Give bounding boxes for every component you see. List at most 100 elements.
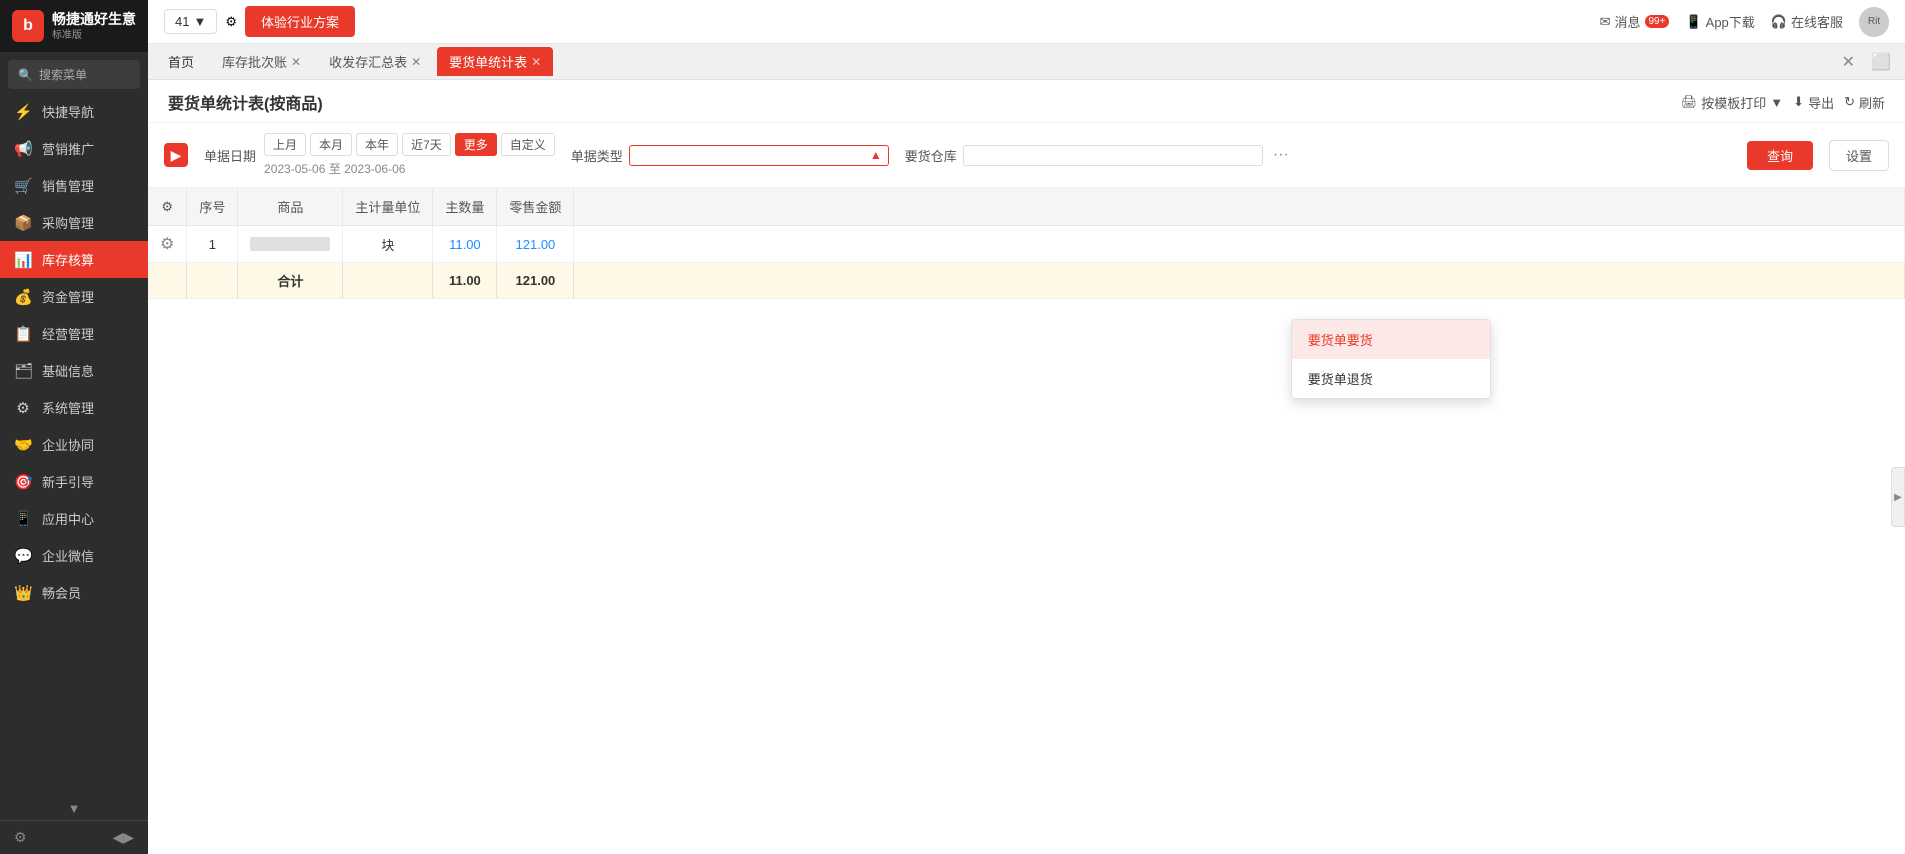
sidebar-item-label-enterprise-wechat: 企业微信	[42, 546, 94, 565]
trial-btn[interactable]: 体验行业方案	[245, 6, 355, 37]
sidebar-item-label-operations: 经营管理	[42, 324, 94, 343]
sidebar-item-label-system: 系统管理	[42, 398, 94, 417]
print-btn[interactable]: 🖨 按模板打印 ▼	[1681, 93, 1783, 112]
type-input[interactable]	[636, 148, 870, 163]
this-year-btn[interactable]: 本年	[356, 133, 398, 156]
collapse-icon[interactable]: ◀▶	[112, 829, 134, 846]
right-collapse-btn[interactable]: ▶	[1891, 467, 1905, 527]
user-avatar[interactable]: Rit	[1859, 7, 1889, 37]
date-filter-group: 单据日期 上月 本月 本年 近7天 更多 自定义 2023-05-06 至 20…	[204, 133, 555, 177]
cell-extra-0	[574, 226, 1905, 263]
sidebar-item-system[interactable]: ⚙ 系统管理	[0, 389, 148, 426]
sidebar-item-operations[interactable]: 📋 经营管理	[0, 315, 148, 352]
query-btn[interactable]: 查询	[1747, 141, 1813, 170]
export-icon: ⬇	[1793, 94, 1804, 110]
sidebar-item-finance[interactable]: 💰资金管理	[0, 278, 148, 315]
service-icon: 🎧	[1771, 14, 1787, 30]
search-icon: 🔍	[18, 68, 33, 82]
refresh-label: 刷新	[1859, 93, 1885, 112]
messages-label: 消息	[1614, 12, 1640, 31]
sidebar-item-app-center[interactable]: 📱应用中心	[0, 500, 148, 537]
system-icon: ⚙	[14, 399, 32, 417]
data-table: ⚙ 序号 商品 主计量单位 主数量 零售金额 ⚙ 1 块 11.00 1	[148, 188, 1905, 299]
online-service-btn[interactable]: 🎧 在线客服	[1771, 12, 1843, 31]
warehouse-input[interactable]	[970, 148, 1256, 163]
sidebar-item-purchase[interactable]: 📦采购管理	[0, 204, 148, 241]
footer-settings-cell	[148, 263, 187, 299]
page-header: 要货单统计表(按商品) 🖨 按模板打印 ▼ ⬇ 导出 ↻ 刷新	[148, 80, 1905, 123]
table-footer-row: 合计 11.00 121.00	[148, 263, 1905, 299]
footer-label-cell: 合计	[238, 263, 343, 299]
custom-date-btn[interactable]: 自定义	[501, 133, 555, 156]
sales-icon: 🛒	[14, 177, 32, 195]
type-label: 单据类型	[571, 146, 623, 165]
sidebar-item-member[interactable]: 👑畅会员	[0, 574, 148, 611]
warehouse-label: 要货仓库	[905, 146, 957, 165]
sidebar-item-label-basic-info: 基础信息	[42, 361, 94, 380]
date-range-display: 2023-05-06 至 2023-06-06	[264, 160, 555, 177]
basic-info-icon: 🗂	[14, 362, 32, 380]
sidebar-item-label-sales: 销售管理	[42, 176, 94, 195]
settings-icon[interactable]: ⚙	[14, 829, 27, 846]
sidebar-scroll-down[interactable]: ▼	[0, 797, 148, 820]
sidebar-item-sales[interactable]: 🛒 销售管理	[0, 167, 148, 204]
this-month-btn[interactable]: 本月	[310, 133, 352, 156]
close-tab-icon[interactable]: ✕	[1836, 50, 1861, 74]
store-selector[interactable]: 41 ▼	[164, 9, 217, 34]
page-content: 要货单统计表(按商品) 🖨 按模板打印 ▼ ⬇ 导出 ↻ 刷新 ▶	[148, 80, 1905, 854]
sidebar-item-label-finance: 资金管理	[42, 287, 94, 306]
refresh-btn[interactable]: ↻ 刷新	[1844, 93, 1885, 112]
type-dropdown: 要货单要货 要货单退货	[1291, 319, 1491, 399]
more-filters-btn[interactable]: ···	[1273, 146, 1289, 164]
more-dates-btn[interactable]: 更多	[455, 133, 497, 156]
sidebar-footer: ⚙ ◀▶	[0, 820, 148, 854]
col-seq: 序号	[187, 188, 238, 226]
search-menu-btn[interactable]: 🔍 搜索菜单	[8, 60, 140, 89]
sidebar-item-basic-info[interactable]: 🗂 基础信息	[0, 352, 148, 389]
tab-order-stats[interactable]: 要货单统计表✕	[437, 47, 553, 76]
last-7-days-btn[interactable]: 近7天	[402, 133, 451, 156]
col-settings[interactable]: ⚙	[148, 188, 187, 226]
close-tab-order-stats[interactable]: ✕	[531, 55, 541, 69]
last-month-btn[interactable]: 上月	[264, 133, 306, 156]
table-settings-btn[interactable]: 设置	[1829, 140, 1889, 171]
sidebar-item-enterprise-coop[interactable]: 🤝企业协同	[0, 426, 148, 463]
table-container: ⚙ 序号 商品 主计量单位 主数量 零售金额 ⚙ 1 块 11.00 1	[148, 188, 1905, 299]
main-area: 41 ▼ ⚙ 体验行业方案 ✉ 消息 99+ 📱 App下载 🎧 在线客服 Ri…	[148, 0, 1905, 854]
message-icon: ✉	[1600, 14, 1611, 30]
sidebar-item-label-app-center: 应用中心	[42, 509, 94, 528]
operations-icon: 📋	[14, 325, 32, 343]
footer-quantity-cell: 11.00	[433, 263, 497, 299]
cell-retail-0: 121.00	[497, 226, 574, 263]
sidebar-item-inventory[interactable]: 📊库存核算	[0, 241, 148, 278]
close-tab-inventory-batch[interactable]: ✕	[291, 55, 301, 69]
warehouse-input-wrap	[963, 145, 1263, 166]
messages-btn[interactable]: ✉ 消息 99+	[1600, 12, 1670, 31]
dropdown-item-order-goods[interactable]: 要货单要货	[1292, 320, 1490, 359]
filter-expand-btn[interactable]: ▶	[164, 143, 188, 167]
col-extra	[574, 188, 1905, 226]
tab-inventory-batch[interactable]: 库存批次账✕	[210, 47, 313, 76]
sidebar-item-enterprise-wechat[interactable]: 💬企业微信	[0, 537, 148, 574]
tab-receive-summary[interactable]: 收发存汇总表✕	[317, 47, 433, 76]
sidebar-item-marketing[interactable]: 📢营销推广	[0, 130, 148, 167]
filter-bar: ▶ 单据日期 上月 本月 本年 近7天 更多 自定义 2023-05-06 至 …	[148, 123, 1905, 188]
cell-settings-0[interactable]: ⚙	[148, 226, 187, 263]
export-label: 导出	[1808, 93, 1834, 112]
sidebar-item-quick-nav[interactable]: ⚡快捷导航	[0, 93, 148, 130]
search-menu-label: 搜索菜单	[39, 66, 87, 83]
close-tab-receive-summary[interactable]: ✕	[411, 55, 421, 69]
cell-quantity-0: 11.00	[433, 226, 497, 263]
restore-tab-icon[interactable]: ⬜	[1865, 50, 1897, 74]
dropdown-item-order-return[interactable]: 要货单退货	[1292, 359, 1490, 398]
settings-gear-icon[interactable]: ⚙	[225, 14, 237, 30]
topbar: 41 ▼ ⚙ 体验行业方案 ✉ 消息 99+ 📱 App下载 🎧 在线客服 Ri…	[148, 0, 1905, 44]
warehouse-filter-group: 要货仓库 ···	[905, 145, 1731, 166]
app-download-btn[interactable]: 📱 App下载	[1685, 12, 1754, 31]
avatar-text: Rit	[1859, 7, 1889, 37]
sidebar-item-newbie[interactable]: 🎯新手引导	[0, 463, 148, 500]
tab-home[interactable]: 首页	[156, 47, 206, 76]
type-chevron-up-icon[interactable]: ▲	[870, 148, 882, 162]
sidebar-nav: ⚡快捷导航📢营销推广 🛒 销售管理 📦采购管理📊库存核算💰资金管理 📋 经营管理 🗂 基础信息…	[0, 93, 148, 797]
export-btn[interactable]: ⬇ 导出	[1793, 93, 1834, 112]
